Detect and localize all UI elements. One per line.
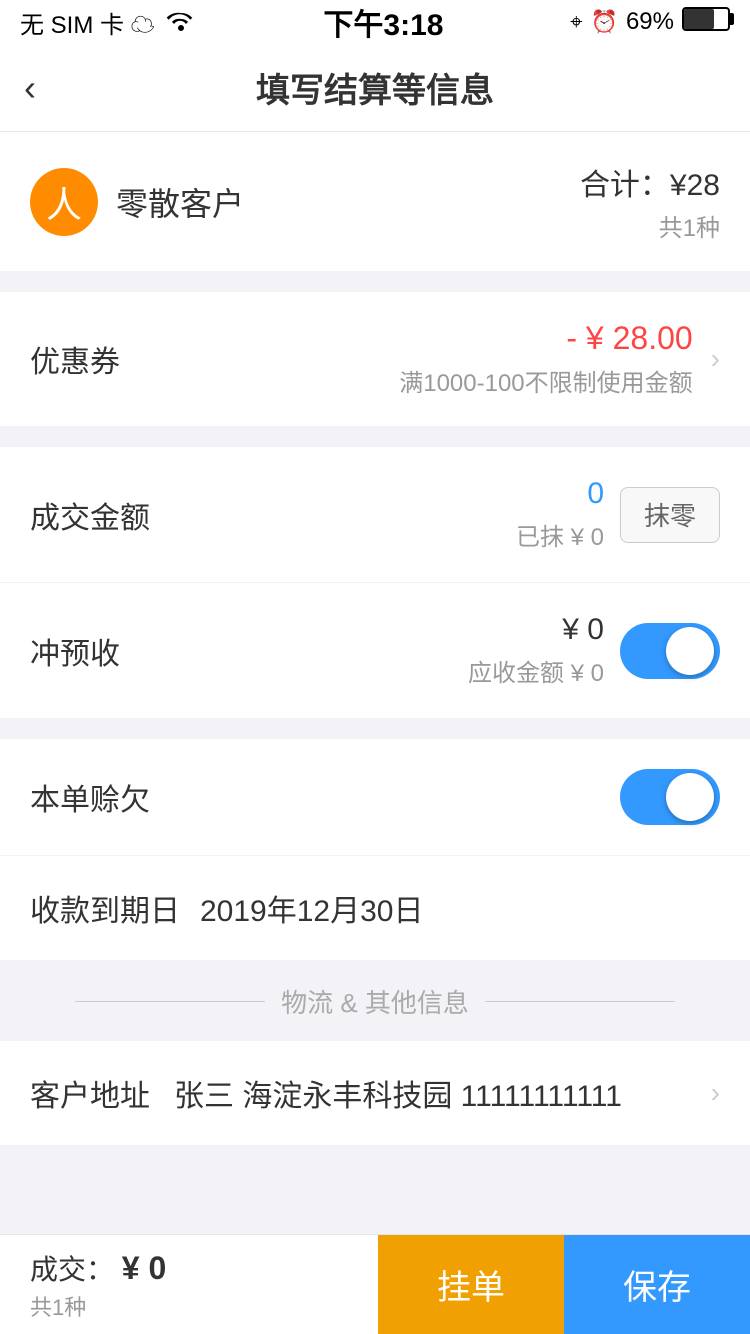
prepay-value: ¥ 0 (562, 613, 604, 647)
divider-3 (0, 719, 750, 739)
avatar: 人 (30, 168, 98, 236)
customer-name: 零散客户 (116, 179, 244, 225)
address-value: 张三 海淀永丰科技园 11111111111 (174, 1071, 703, 1115)
battery-percent: 69% (626, 8, 674, 36)
content: 人 零散客户 合计：¥28 共1种 优惠券 - ¥ 28.00 满1000-10… (0, 132, 750, 1266)
coupon-row[interactable]: 优惠券 - ¥ 28.00 满1000-100不限制使用金额 › (0, 292, 750, 427)
nav-bar: ‹ 填写结算等信息 (0, 44, 750, 132)
debt-right (620, 769, 720, 825)
deal-amount-row: 成交金额 0 已抹 ¥ 0 抹零 (0, 447, 750, 583)
status-right: ⌖ ⏰ 69% (570, 7, 730, 38)
coupon-desc: 满1000-100不限制使用金额 (399, 363, 692, 398)
customer-row: 人 零散客户 合计：¥28 共1种 (0, 132, 750, 272)
bottom-summary: 成交： ¥ 0 共1种 (0, 1248, 378, 1322)
due-date-label: 收款到期日 (30, 886, 180, 930)
divider-2 (0, 427, 750, 447)
back-button[interactable]: ‹ (24, 67, 36, 109)
coupon-right: - ¥ 28.00 满1000-100不限制使用金额 › (399, 320, 720, 398)
save-button[interactable]: 保存 (564, 1235, 750, 1334)
due-date-row: 收款到期日 2019年12月30日 (0, 856, 750, 961)
debt-toggle-knob (666, 773, 714, 821)
deal-amount-value[interactable]: 0 (587, 477, 604, 511)
address-label: 客户地址 (30, 1071, 150, 1115)
address-chevron-icon: › (711, 1077, 720, 1109)
divider-label: 物流 & 其他信息 (281, 983, 469, 1020)
section-divider: 物流 & 其他信息 (0, 961, 750, 1041)
round-off-button[interactable]: 抹零 (620, 487, 720, 543)
divider-1 (0, 272, 750, 292)
bottom-summary-label: 成交： (30, 1254, 114, 1285)
due-date-value: 2019年12月30日 (200, 886, 423, 930)
customer-summary: 合计：¥28 共1种 (580, 160, 720, 243)
bottom-bar: 成交： ¥ 0 共1种 挂单 保存 (0, 1234, 750, 1334)
location-icon: ⌖ (570, 9, 582, 35)
prepay-row: 冲预收 ¥ 0 应收金额 ¥ 0 (0, 583, 750, 719)
total-count: 共1种 (580, 208, 720, 243)
battery-icon (682, 7, 730, 38)
toggle-knob (666, 627, 714, 675)
coupon-label: 优惠券 (30, 337, 120, 381)
prepay-toggle[interactable] (620, 623, 720, 679)
total-price: 合计：¥28 (580, 160, 720, 204)
debt-label: 本单赊欠 (30, 775, 150, 819)
deal-amount-label: 成交金额 (30, 493, 150, 537)
avatar-icon: 人 (46, 176, 82, 228)
prepay-label: 冲预收 (30, 629, 120, 673)
wifi-icon (165, 7, 197, 38)
debt-row: 本单赊欠 (0, 739, 750, 856)
bottom-summary-count: 共1种 (30, 1290, 348, 1322)
coupon-chevron-icon: › (711, 343, 720, 375)
deal-amount-sub: 已抹 ¥ 0 (516, 517, 604, 552)
status-bar: 无 SIM 卡 ☁ 下午3:18 ⌖ ⏰ 69% (0, 0, 750, 44)
coupon-amount: - ¥ 28.00 (399, 320, 692, 357)
address-row[interactable]: 客户地址 张三 海淀永丰科技园 11111111111 › (0, 1041, 750, 1146)
status-time: 下午3:18 (323, 0, 443, 44)
alarm-icon: ⏰ (591, 9, 618, 35)
deal-amount-right: 0 已抹 ¥ 0 抹零 (516, 477, 720, 552)
prepay-right: ¥ 0 应收金额 ¥ 0 (468, 613, 720, 688)
debt-toggle[interactable] (620, 769, 720, 825)
status-left: 无 SIM 卡 ☁ (20, 5, 197, 40)
prepay-sub: 应收金额 ¥ 0 (468, 653, 604, 688)
divider-line-left (75, 1001, 265, 1002)
bottom-summary-amount: ¥ 0 (122, 1250, 166, 1286)
hold-button[interactable]: 挂单 (378, 1235, 564, 1334)
sim-label: 无 SIM 卡 ☁ (20, 5, 155, 40)
page-title: 填写结算等信息 (256, 63, 494, 112)
divider-line-right (485, 1001, 675, 1002)
